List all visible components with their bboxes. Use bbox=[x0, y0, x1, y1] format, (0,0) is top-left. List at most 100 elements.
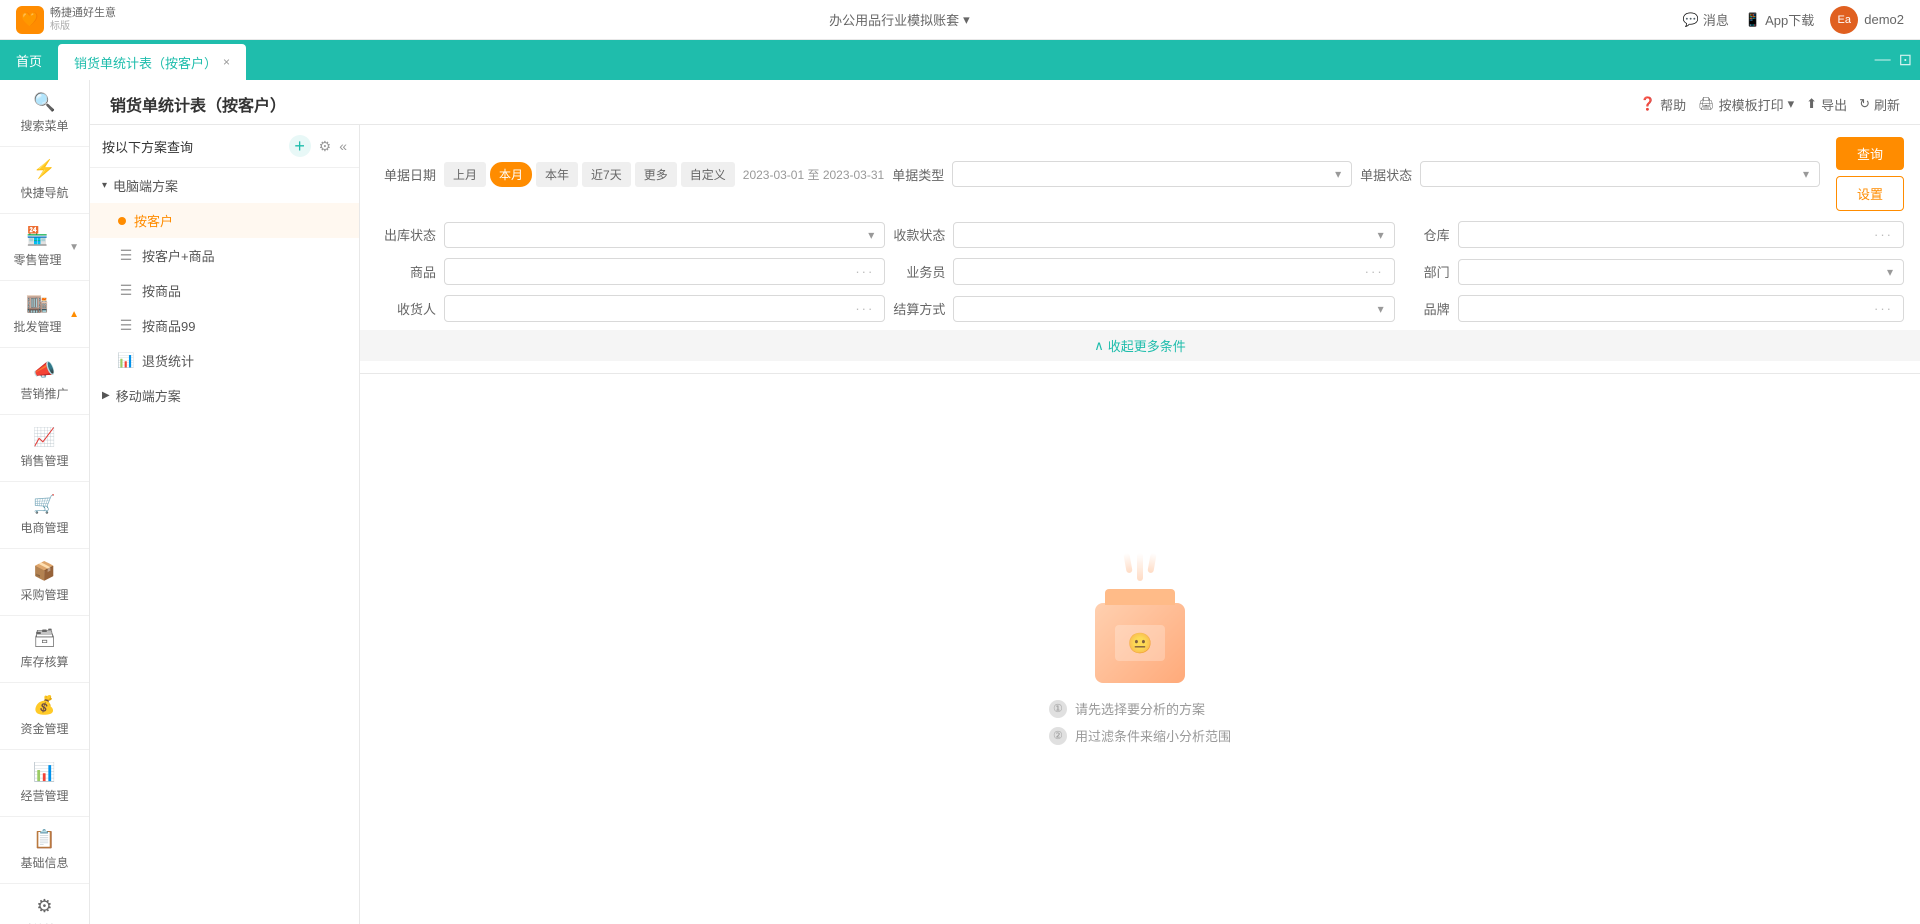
docstatus-chevron-icon: ▾ bbox=[1803, 167, 1809, 181]
empty-illustration: 😐 bbox=[1070, 553, 1210, 683]
user-avatar[interactable]: Ea demo2 bbox=[1830, 6, 1904, 34]
empty-tips: ① 请先选择要分析的方案 ② 用过滤条件来缩小分析范围 bbox=[1049, 699, 1231, 745]
app-download-button[interactable]: 📱 App下载 bbox=[1745, 10, 1814, 29]
date-range-text: 2023-03-01 至 2023-03-31 bbox=[743, 166, 884, 183]
filter-main: 单据日期 上月 本月 本年 近7天 更多 自定义 bbox=[360, 125, 1920, 924]
nav-group-mobile: ▶ 移动端方案 bbox=[90, 378, 359, 413]
filter-paystatus-group: 收款状态 ▾ bbox=[885, 222, 1394, 248]
system-icon: ⚙ bbox=[36, 896, 52, 917]
sidebar-item-operation[interactable]: 📊 经营管理 bbox=[0, 750, 89, 817]
nav-item-by-goods[interactable]: ☰ 按商品 bbox=[90, 273, 359, 308]
help-icon: ❓ bbox=[1640, 96, 1656, 112]
settle-label: 结算方式 bbox=[885, 299, 945, 318]
tab-close-icon[interactable]: × bbox=[223, 55, 230, 69]
print-button[interactable]: 🖨 按模板打印 ▾ bbox=[1698, 95, 1794, 114]
nav-group-desktop: ▾ 电脑端方案 按客户 ☰ 按客户+商品 bbox=[90, 168, 359, 378]
print-dropdown-icon: ▾ bbox=[1788, 96, 1795, 112]
nav-item-by-customer[interactable]: 按客户 bbox=[90, 203, 359, 238]
tab-minimize-icon[interactable]: — bbox=[1875, 51, 1891, 69]
filter-docstatus-group: 单据状态 ▾ bbox=[1352, 161, 1820, 187]
filter-row-1: 单据日期 上月 本月 本年 近7天 更多 自定义 bbox=[376, 137, 1904, 211]
nav-group-desktop-header[interactable]: ▾ 电脑端方案 bbox=[90, 168, 359, 203]
tab-sales-stats[interactable]: 销货单统计表（按客户） × bbox=[58, 44, 246, 80]
industry-selector[interactable]: 办公用品行业模拟账套 ▾ bbox=[829, 10, 970, 29]
nav-item-icon: ☰ bbox=[118, 248, 134, 264]
staff-dots-icon: ··· bbox=[1365, 264, 1384, 279]
nav-item-icon2: ☰ bbox=[118, 283, 134, 299]
settings-button[interactable]: 设置 bbox=[1836, 176, 1904, 211]
receiver-label: 收货人 bbox=[376, 299, 436, 318]
retail-icon: 🏪 bbox=[26, 226, 48, 247]
finance-icon: 💰 bbox=[33, 695, 55, 716]
query-button[interactable]: 查询 bbox=[1836, 137, 1904, 170]
logo-area: 🧡 畅捷通好生意 标版 bbox=[16, 6, 116, 34]
date-btn-thismonth[interactable]: 本月 bbox=[490, 162, 532, 187]
sidebar-item-marketing[interactable]: 📣 营销推广 bbox=[0, 348, 89, 415]
doctype-select[interactable]: ▾ bbox=[952, 161, 1352, 187]
sidebar: 🔍 搜索菜单 ⚡ 快捷导航 🏪 零售管理 ▼ 🏬 批发管理 ▲ bbox=[0, 80, 90, 924]
date-btn-more[interactable]: 更多 bbox=[635, 162, 677, 187]
action-buttons: 查询 设置 bbox=[1836, 137, 1904, 211]
collapse-bar[interactable]: ∧ 收起更多条件 bbox=[360, 330, 1920, 361]
sidebar-item-inventory[interactable]: 🗃 库存核算 bbox=[0, 616, 89, 683]
help-button[interactable]: ❓ 帮助 bbox=[1640, 95, 1686, 114]
sidebar-item-base[interactable]: 📋 基础信息 bbox=[0, 817, 89, 884]
export-button[interactable]: ⬆ 导出 bbox=[1806, 95, 1847, 114]
date-btn-custom[interactable]: 自定义 bbox=[681, 162, 735, 187]
nav-settings-button[interactable]: ⚙ bbox=[319, 138, 332, 155]
date-btn-7days[interactable]: 近7天 bbox=[582, 162, 631, 187]
nav-collapse-button[interactable]: « bbox=[339, 138, 347, 154]
base-icon: 📋 bbox=[33, 829, 55, 850]
docstatus-select[interactable]: ▾ bbox=[1420, 161, 1820, 187]
search-icon: 🔍 bbox=[33, 92, 55, 113]
settle-chevron-icon: ▾ bbox=[1378, 302, 1384, 316]
sidebar-item-quicknav[interactable]: ⚡ 快捷导航 bbox=[0, 147, 89, 214]
outstatus-select[interactable]: ▾ bbox=[444, 222, 885, 248]
tab-home[interactable]: 首页 bbox=[0, 40, 58, 80]
date-btn-lastmonth[interactable]: 上月 bbox=[444, 162, 486, 187]
warehouse-select[interactable]: ··· bbox=[1458, 221, 1904, 248]
outstatus-label: 出库状态 bbox=[376, 225, 436, 244]
sidebar-item-search[interactable]: 🔍 搜索菜单 bbox=[0, 80, 89, 147]
collapse-icon: ∧ bbox=[1094, 338, 1104, 354]
sidebar-item-retail[interactable]: 🏪 零售管理 ▼ bbox=[0, 214, 89, 281]
staff-select[interactable]: ··· bbox=[953, 258, 1394, 285]
sidebar-item-purchase[interactable]: 📦 采购管理 bbox=[0, 549, 89, 616]
doctype-label: 单据类型 bbox=[884, 165, 944, 184]
goods-select[interactable]: ··· bbox=[444, 258, 885, 285]
nav-add-button[interactable]: + bbox=[289, 135, 311, 157]
nav-group-arrow-icon: ▾ bbox=[102, 180, 107, 191]
sidebar-item-system[interactable]: ⚙ 系统管理 bbox=[0, 884, 89, 924]
tab-bar: 首页 销货单统计表（按客户） × — ⊡ bbox=[0, 40, 1920, 80]
filter-staff-group: 业务员 ··· bbox=[885, 258, 1394, 285]
filter-brand-group: 品牌 ··· bbox=[1395, 295, 1904, 322]
nav-item-returns[interactable]: 📊 退货统计 bbox=[90, 343, 359, 378]
date-btn-thisyear[interactable]: 本年 bbox=[536, 162, 578, 187]
brand-dots-icon: ··· bbox=[1874, 301, 1893, 316]
warehouse-dots-icon: ··· bbox=[1874, 227, 1893, 242]
dept-select[interactable]: ▾ bbox=[1458, 259, 1904, 285]
staff-label: 业务员 bbox=[885, 262, 945, 281]
page-title: 销货单统计表（按客户） bbox=[110, 92, 286, 116]
sidebar-item-ecommerce[interactable]: 🛒 电商管理 bbox=[0, 482, 89, 549]
refresh-button[interactable]: ↻ 刷新 bbox=[1859, 95, 1900, 114]
nav-group-mobile-arrow-icon: ▶ bbox=[102, 390, 110, 401]
tab-maximize-icon[interactable]: ⊡ bbox=[1899, 50, 1912, 70]
goods-dots-icon: ··· bbox=[855, 264, 874, 279]
empty-tip-2: ② 用过滤条件来缩小分析范围 bbox=[1049, 726, 1231, 745]
message-button[interactable]: 💬 消息 bbox=[1683, 10, 1729, 29]
nav-item-by-goods99[interactable]: ☰ 按商品99 bbox=[90, 308, 359, 343]
nav-group-mobile-header[interactable]: ▶ 移动端方案 bbox=[90, 378, 359, 413]
refresh-icon: ↻ bbox=[1859, 96, 1870, 112]
paystatus-select[interactable]: ▾ bbox=[953, 222, 1394, 248]
nav-item-by-customer-goods[interactable]: ☰ 按客户+商品 bbox=[90, 238, 359, 273]
sidebar-item-finance[interactable]: 💰 资金管理 bbox=[0, 683, 89, 750]
filter-row-3: 商品 ··· 业务员 bbox=[376, 258, 1904, 285]
empty-state: 😐 ① 请先选择要分析的方案 bbox=[360, 374, 1920, 924]
brand-select[interactable]: ··· bbox=[1458, 295, 1904, 322]
sidebar-item-sales[interactable]: 📈 销售管理 bbox=[0, 415, 89, 482]
sidebar-item-wholesale[interactable]: 🏬 批发管理 ▲ bbox=[0, 281, 89, 348]
settle-select[interactable]: ▾ bbox=[953, 296, 1394, 322]
download-icon: 📱 bbox=[1745, 12, 1761, 28]
receiver-select[interactable]: ··· bbox=[444, 295, 885, 322]
